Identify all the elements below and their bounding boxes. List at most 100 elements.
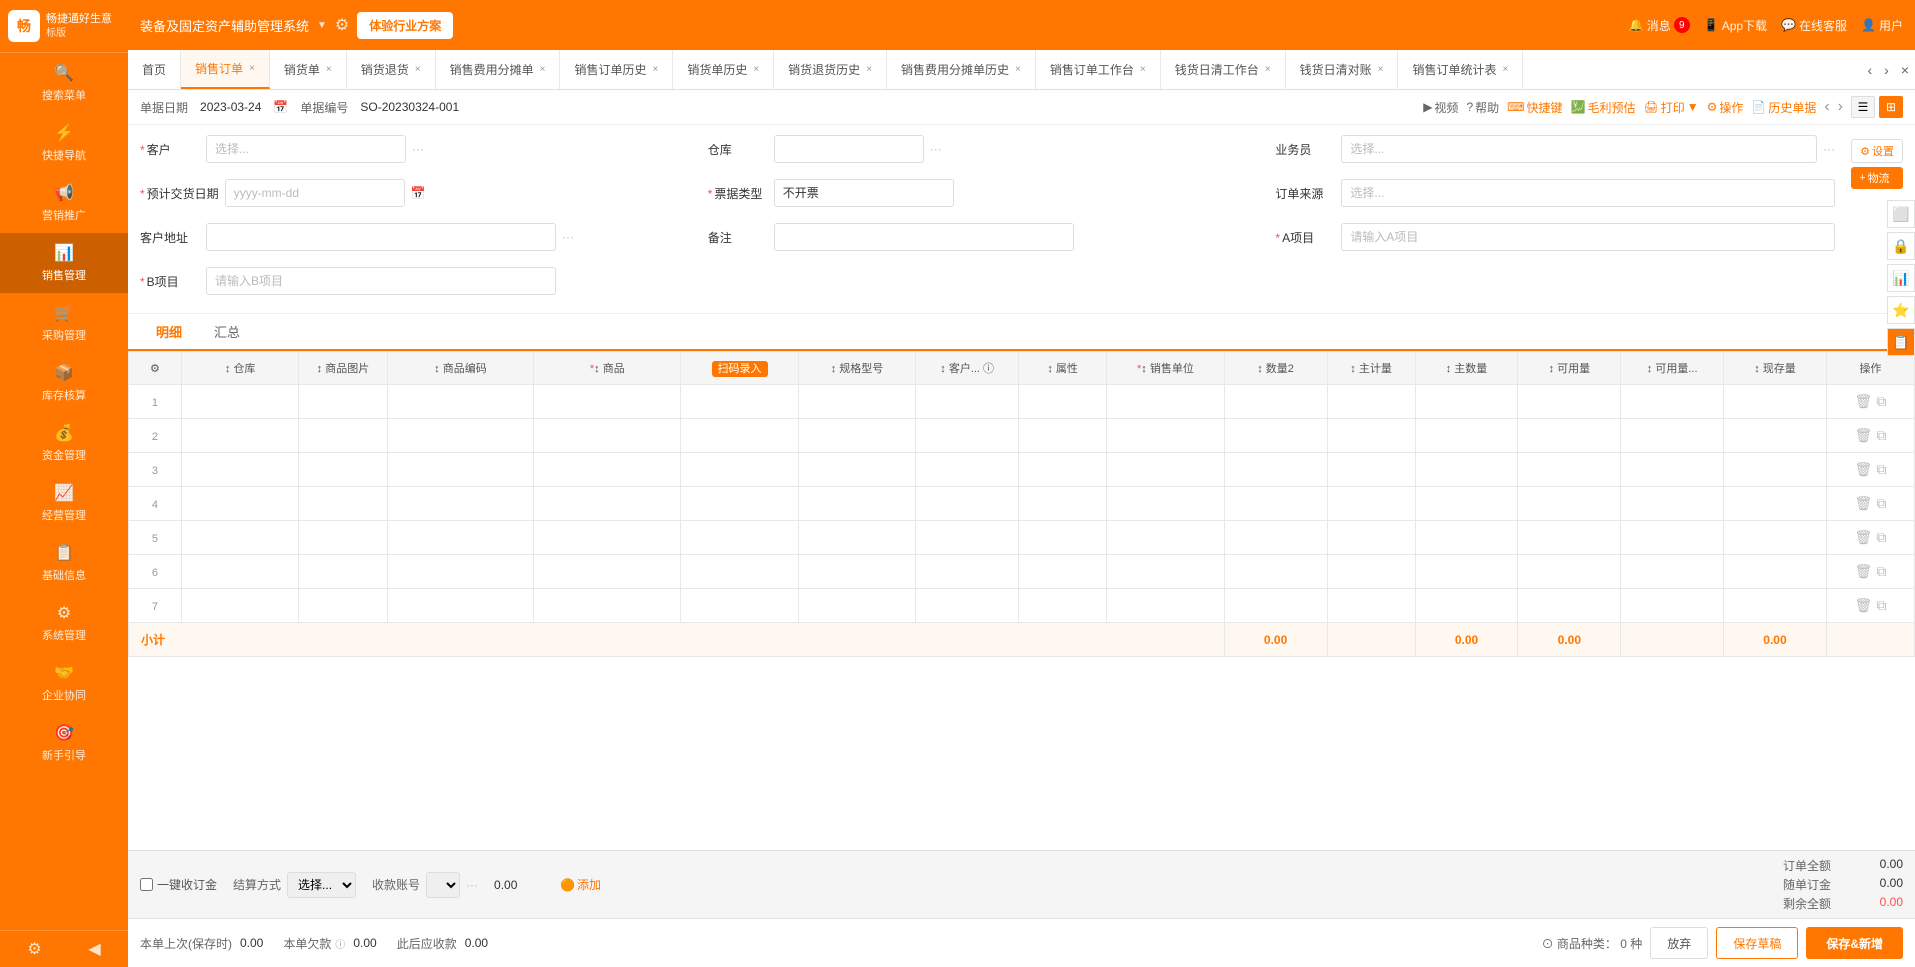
row-attr-0[interactable] bbox=[1019, 385, 1107, 419]
row-main-qty-4[interactable] bbox=[1415, 521, 1518, 555]
tab-item-8[interactable]: 销售费用分摊单历史× bbox=[887, 50, 1036, 89]
row-spec-5[interactable] bbox=[798, 555, 916, 589]
row-qty2-3[interactable] bbox=[1224, 487, 1327, 521]
row-delete-3[interactable]: 🗑 bbox=[1855, 495, 1873, 512]
row-qty2-4[interactable] bbox=[1224, 521, 1327, 555]
online-support-btn[interactable]: 💬 在线客服 bbox=[1781, 17, 1847, 34]
sidebar-item-6[interactable]: 💰资金管理 bbox=[0, 413, 128, 473]
row-code-5[interactable] bbox=[387, 555, 534, 589]
list-view-btn[interactable]: ☰ bbox=[1851, 96, 1875, 118]
row-warehouse-4[interactable] bbox=[181, 521, 299, 555]
app-download-btn[interactable]: 📱 App下载 bbox=[1704, 17, 1767, 34]
row-attr-2[interactable] bbox=[1019, 453, 1107, 487]
save-draft-btn[interactable]: 保存草稿 bbox=[1716, 927, 1798, 959]
industry-btn[interactable]: 体验行业方案 bbox=[357, 12, 453, 39]
help-btn[interactable]: ? 帮助 bbox=[1466, 99, 1499, 116]
tab-more-btn[interactable]: × bbox=[1895, 62, 1915, 78]
tab-item-6[interactable]: 销货单历史× bbox=[673, 50, 774, 89]
row-product-3[interactable] bbox=[534, 487, 681, 521]
tab-close-1[interactable]: × bbox=[249, 63, 255, 74]
tab-item-9[interactable]: 销售订单工作台× bbox=[1036, 50, 1161, 89]
row-customer-1[interactable] bbox=[916, 419, 1019, 453]
row-copy-4[interactable]: ⧉ bbox=[1876, 529, 1886, 546]
row-main-qty-1[interactable] bbox=[1415, 419, 1518, 453]
row-qty2-0[interactable] bbox=[1224, 385, 1327, 419]
row-attr-3[interactable] bbox=[1019, 487, 1107, 521]
row-main-qty-0[interactable] bbox=[1415, 385, 1518, 419]
grid-view-btn[interactable]: ⊞ bbox=[1879, 96, 1903, 118]
row-main-qty-2[interactable] bbox=[1415, 453, 1518, 487]
row-delete-1[interactable]: 🗑 bbox=[1855, 427, 1873, 444]
view-btn[interactable]: ▶ 视频 bbox=[1423, 99, 1458, 116]
message-btn[interactable]: 🔔 消息 9 bbox=[1629, 17, 1690, 34]
edge-btn-3[interactable]: 📊 bbox=[1887, 264, 1915, 292]
tab-item-7[interactable]: 销货退货历史× bbox=[774, 50, 887, 89]
tab-close-10[interactable]: × bbox=[1265, 64, 1271, 75]
row-attr-4[interactable] bbox=[1019, 521, 1107, 555]
tab-close-4[interactable]: × bbox=[540, 64, 546, 75]
row-unit-3[interactable] bbox=[1107, 487, 1225, 521]
tab-item-12[interactable]: 销售订单统计表× bbox=[1398, 50, 1523, 89]
row-copy-3[interactable]: ⧉ bbox=[1876, 495, 1886, 512]
add-material-btn[interactable]: + 物流 bbox=[1851, 167, 1903, 189]
shortcut-btn[interactable]: ⌨ 快捷键 bbox=[1507, 99, 1562, 116]
row-delete-2[interactable]: 🗑 bbox=[1855, 461, 1873, 478]
row-customer-6[interactable] bbox=[916, 589, 1019, 623]
row-code-0[interactable] bbox=[387, 385, 534, 419]
row-delete-4[interactable]: 🗑 bbox=[1855, 529, 1873, 546]
row-code-1[interactable] bbox=[387, 419, 534, 453]
sidebar-item-8[interactable]: 📋基础信息 bbox=[0, 533, 128, 593]
row-qty2-2[interactable] bbox=[1224, 453, 1327, 487]
row-product-0[interactable] bbox=[534, 385, 681, 419]
row-code-4[interactable] bbox=[387, 521, 534, 555]
row-product-1[interactable] bbox=[534, 419, 681, 453]
warehouse-input[interactable]: 成品库 bbox=[774, 135, 924, 163]
row-copy-1[interactable]: ⧉ bbox=[1876, 427, 1886, 444]
row-unit-6[interactable] bbox=[1107, 589, 1225, 623]
tab-item-10[interactable]: 钱货日清工作台× bbox=[1161, 50, 1286, 89]
profit-btn[interactable]: 💹 毛利预估 bbox=[1570, 99, 1635, 116]
row-warehouse-1[interactable] bbox=[181, 419, 299, 453]
row-main-qty-6[interactable] bbox=[1415, 589, 1518, 623]
row-warehouse-3[interactable] bbox=[181, 487, 299, 521]
operation-btn[interactable]: ⚙ 操作 bbox=[1707, 99, 1744, 116]
row-unit-4[interactable] bbox=[1107, 521, 1225, 555]
tab-close-11[interactable]: × bbox=[1378, 64, 1384, 75]
inner-tab-0[interactable]: 明细 bbox=[140, 314, 198, 351]
print-btn[interactable]: 🖨 打印 ▼ bbox=[1643, 99, 1698, 116]
sidebar-item-1[interactable]: ⚡快捷导航 bbox=[0, 113, 128, 173]
delivery-input[interactable] bbox=[225, 179, 405, 207]
account-more-btn[interactable]: ··· bbox=[466, 878, 478, 892]
row-code-3[interactable] bbox=[387, 487, 534, 521]
row-customer-5[interactable] bbox=[916, 555, 1019, 589]
header-settings-icon[interactable]: ⚙ bbox=[335, 15, 349, 35]
edge-btn-2[interactable]: 🔒 bbox=[1887, 232, 1915, 260]
row-delete-0[interactable]: 🗑 bbox=[1855, 393, 1873, 410]
row-copy-6[interactable]: ⧉ bbox=[1876, 597, 1886, 614]
clerk-input[interactable] bbox=[1341, 135, 1817, 163]
tab-item-1[interactable]: 销售订单× bbox=[181, 50, 270, 89]
tab-close-5[interactable]: × bbox=[652, 64, 658, 75]
row-delete-5[interactable]: 🗑 bbox=[1855, 563, 1873, 580]
row-customer-2[interactable] bbox=[916, 453, 1019, 487]
inner-tab-1[interactable]: 汇总 bbox=[198, 314, 256, 349]
row-delete-6[interactable]: 🗑 bbox=[1855, 597, 1873, 614]
tab-item-2[interactable]: 销货单× bbox=[270, 50, 347, 89]
row-spec-1[interactable] bbox=[798, 419, 916, 453]
system-dropdown-icon[interactable]: ▼ bbox=[317, 20, 327, 31]
discard-btn[interactable]: 放弃 bbox=[1650, 927, 1708, 959]
row-product-6[interactable] bbox=[534, 589, 681, 623]
payment-select[interactable] bbox=[287, 872, 356, 898]
row-copy-0[interactable]: ⧉ bbox=[1876, 393, 1886, 410]
row-product-2[interactable] bbox=[534, 453, 681, 487]
a-project-input[interactable] bbox=[1341, 223, 1835, 251]
row-spec-3[interactable] bbox=[798, 487, 916, 521]
tab-item-0[interactable]: 首页 bbox=[128, 50, 181, 89]
row-spec-4[interactable] bbox=[798, 521, 916, 555]
address-more-btn[interactable]: ··· bbox=[562, 230, 574, 244]
settings-icon[interactable]: ⚙ bbox=[27, 939, 41, 959]
sidebar-item-4[interactable]: 🛒采购管理 bbox=[0, 293, 128, 353]
sidebar-item-5[interactable]: 📦库存核算 bbox=[0, 353, 128, 413]
row-customer-4[interactable] bbox=[916, 521, 1019, 555]
sidebar-item-3[interactable]: 📊销售管理 bbox=[0, 233, 128, 293]
